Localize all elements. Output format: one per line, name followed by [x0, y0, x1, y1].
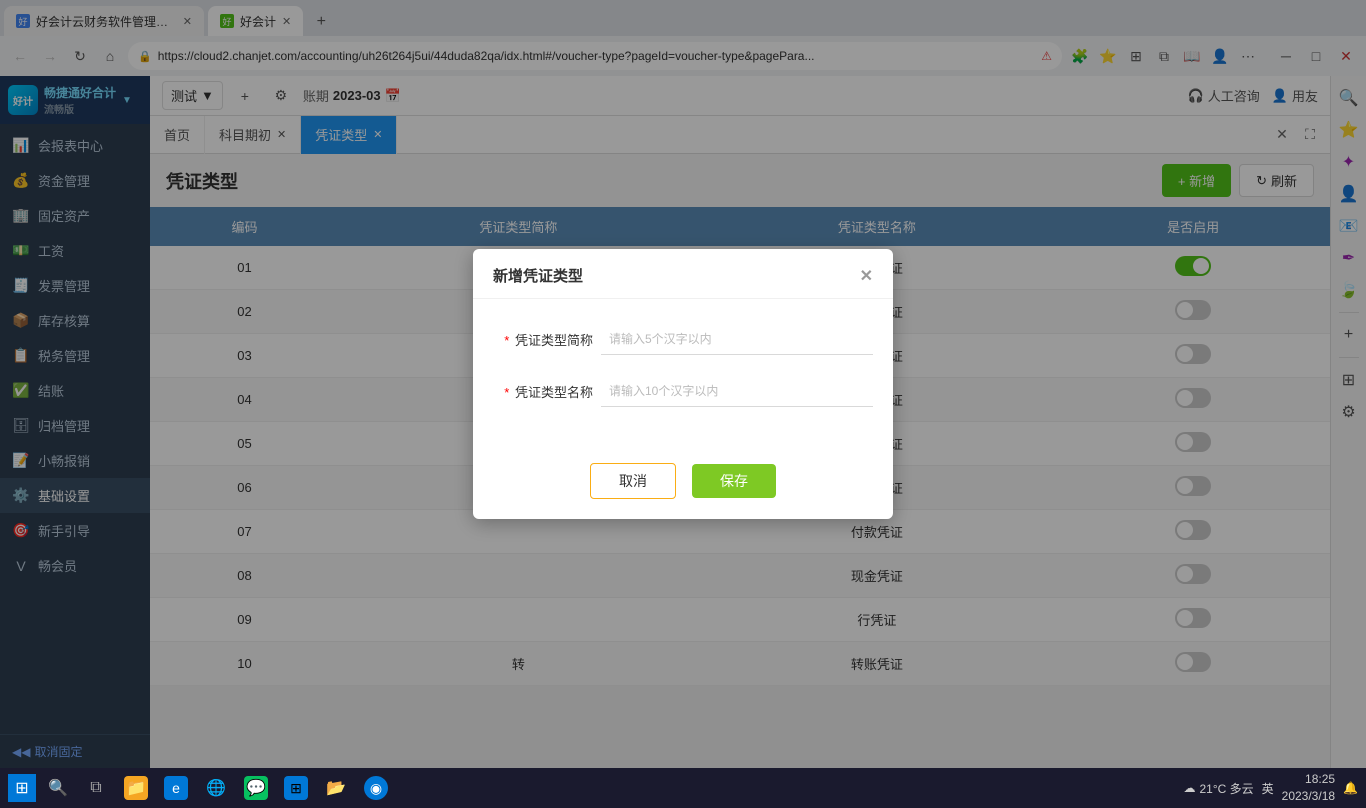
task-view-icon: ⧉: [90, 779, 101, 797]
short-required: *: [504, 333, 509, 348]
taskbar-wechat[interactable]: 💬: [240, 772, 272, 804]
taskbar-explorer[interactable]: 📁: [120, 772, 152, 804]
taskbar: ⊞ 🔍 ⧉ 📁 e 🌐 💬 ⊞ 📂 ◉ ☁ 21°C 多云 英 18:25 20…: [0, 768, 1366, 808]
dialog-header: 新增凭证类型 ✕: [473, 249, 893, 299]
apps-store-icon: ⊞: [284, 776, 308, 800]
chrome-icon: 🌐: [204, 776, 228, 800]
dialog-close-btn[interactable]: ✕: [860, 266, 873, 286]
taskbar-date: 2023/3/18: [1282, 788, 1335, 805]
dialog-title: 新增凭证类型: [493, 265, 583, 286]
dialog: 新增凭证类型 ✕ * 凭证类型简称 * 凭证类型名称 取消 保存: [473, 249, 893, 519]
dialog-overlay: 新增凭证类型 ✕ * 凭证类型简称 * 凭证类型名称 取消 保存: [0, 0, 1366, 768]
short-input[interactable]: [601, 323, 873, 355]
dialog-body: * 凭证类型简称 * 凭证类型名称: [473, 299, 893, 451]
name-label-text: 凭证类型名称: [515, 385, 593, 400]
taskbar-folder2[interactable]: 📂: [320, 772, 352, 804]
form-row-short: * 凭证类型简称: [493, 323, 873, 355]
taskbar-search-icon: 🔍: [48, 778, 68, 798]
dialog-footer: 取消 保存: [473, 451, 893, 519]
wechat-icon: 💬: [244, 776, 268, 800]
taskbar-weather: ☁ 21°C 多云: [1183, 780, 1253, 797]
name-input[interactable]: [601, 375, 873, 407]
name-label: * 凭证类型名称: [493, 382, 593, 401]
taskbar-task-view[interactable]: ⧉: [80, 772, 112, 804]
taskbar-edge[interactable]: e: [160, 772, 192, 804]
taskbar-edge2[interactable]: ◉: [360, 772, 392, 804]
taskbar-search-btn[interactable]: 🔍: [44, 774, 72, 802]
taskbar-clock: 18:25: [1282, 771, 1335, 788]
taskbar-lang: 英: [1262, 780, 1274, 797]
explorer-icon: 📁: [124, 776, 148, 800]
short-label: * 凭证类型简称: [493, 330, 593, 349]
taskbar-chrome[interactable]: 🌐: [200, 772, 232, 804]
taskbar-apps-store[interactable]: ⊞: [280, 772, 312, 804]
taskbar-time: 18:25 2023/3/18: [1282, 771, 1335, 805]
windows-icon: ⊞: [15, 778, 28, 798]
name-required: *: [504, 385, 509, 400]
taskbar-sys-tray: ☁ 21°C 多云 英 18:25 2023/3/18 🔔: [1183, 771, 1358, 805]
edge2-icon: ◉: [364, 776, 388, 800]
save-button[interactable]: 保存: [692, 464, 776, 498]
form-row-name: * 凭证类型名称: [493, 375, 873, 407]
notification-icon: 🔔: [1343, 781, 1358, 795]
edge-icon: e: [164, 776, 188, 800]
start-button[interactable]: ⊞: [8, 774, 36, 802]
short-label-text: 凭证类型简称: [515, 333, 593, 348]
cancel-button[interactable]: 取消: [590, 463, 676, 499]
folder2-icon: 📂: [324, 776, 348, 800]
